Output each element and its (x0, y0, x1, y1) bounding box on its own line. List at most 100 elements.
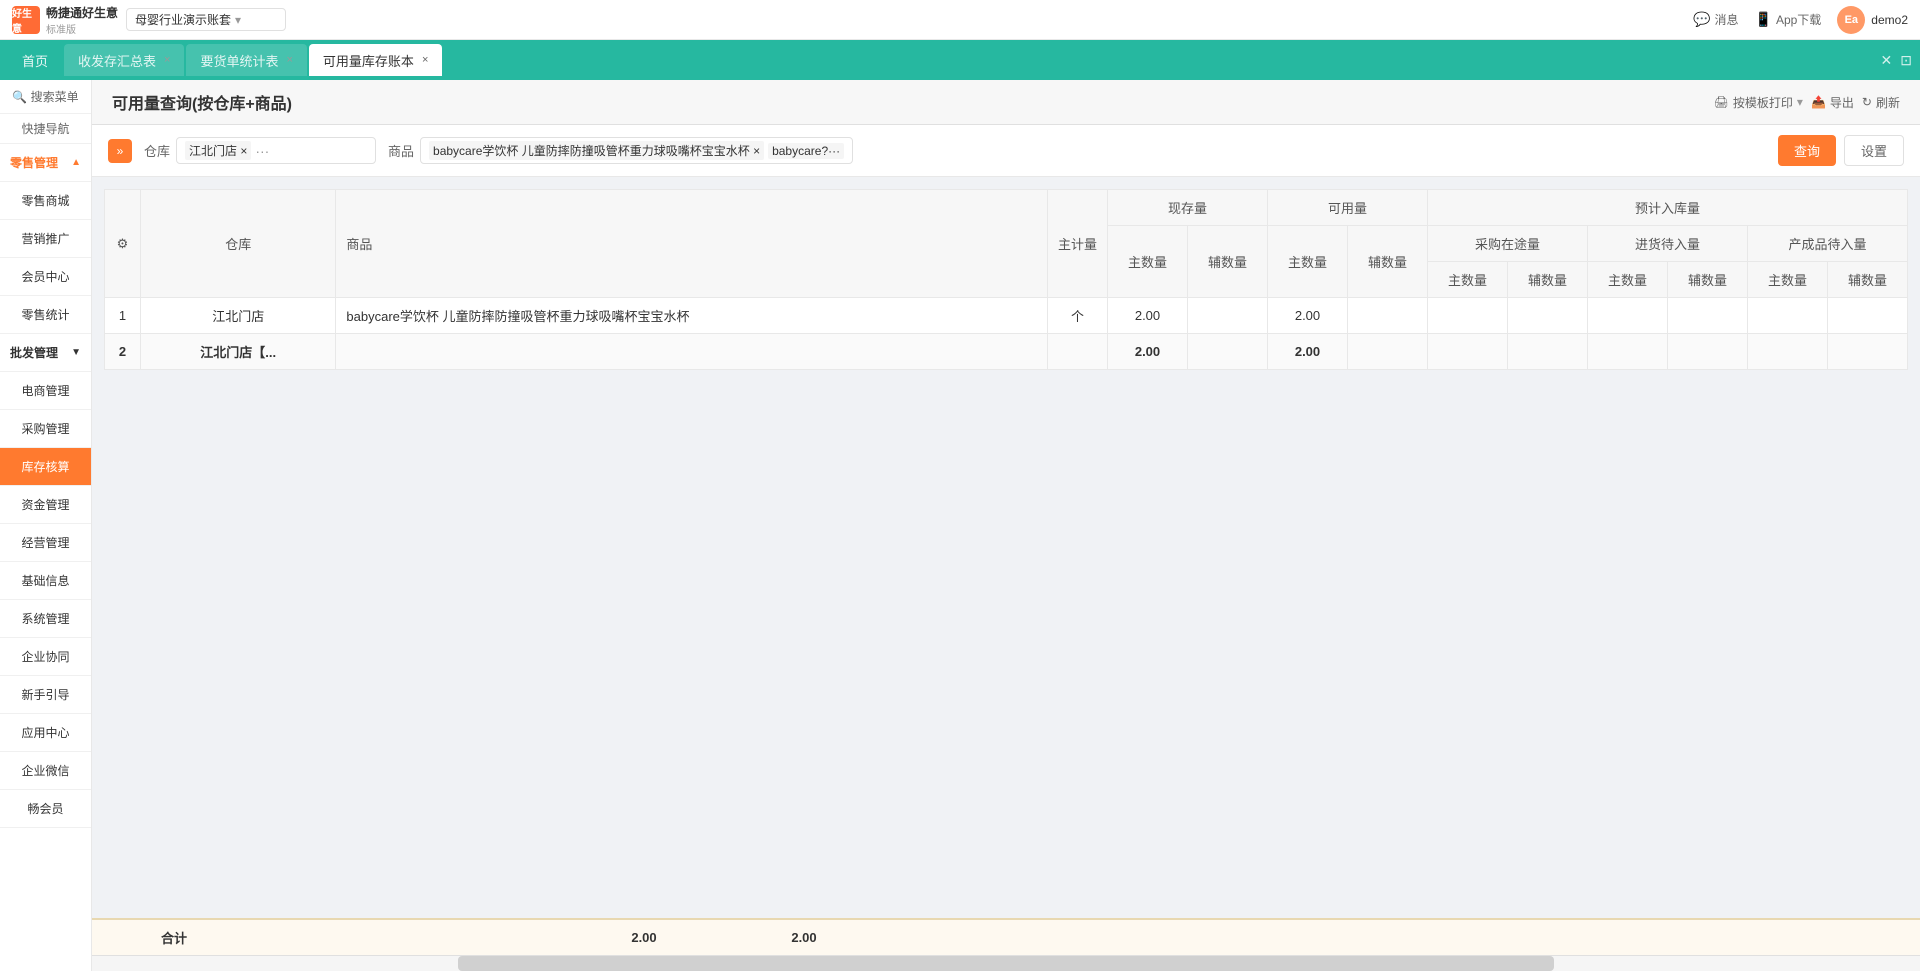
table-area: 仓库 商品 主计量 现存量 可用量 预计入库量 主数量 辅数量 主数量 辅数量 … (92, 177, 1920, 918)
sidebar-item-ecommerce-mgmt[interactable]: 电商管理 (0, 372, 91, 410)
footer-available-main: 2.00 (764, 930, 844, 945)
th-forecast-in: 预计入库量 (1428, 190, 1908, 226)
logo-text-area: 畅捷通好生意 标准版 (46, 4, 118, 36)
sidebar-item-wholesale-mgmt-label: 批发管理 (10, 344, 58, 361)
row2-incoming-pending-aux (1668, 334, 1748, 370)
th-incoming-pending: 进货待入量 (1588, 226, 1748, 262)
warehouse-more-dots[interactable]: ··· (255, 143, 269, 159)
export-btn[interactable]: 📤 导出 (1811, 94, 1854, 111)
sidebar: 🔍 搜索菜单 快捷导航 零售管理 ▲ 零售商城 营销推广 会员中心 零售统计 批… (0, 80, 92, 971)
th-purchase-transit-aux: 辅数量 (1508, 262, 1588, 298)
goods-tag-babycare: babycare学饮杯 儿童防摔防撞吸管杯重力球吸嘴杯宝宝水杯 × (429, 141, 764, 160)
sidebar-item-member[interactable]: 畅会员 (0, 790, 91, 828)
warehouse-filter-group: 仓库 江北门店 × ··· (144, 137, 376, 164)
row2-production-pending-aux (1828, 334, 1908, 370)
sidebar-item-wholesale-mgmt[interactable]: 批发管理 ▼ (0, 334, 91, 372)
row1-incoming-pending-main (1588, 298, 1668, 334)
th-purchase-transit: 采购在途量 (1428, 226, 1588, 262)
content-area: 可用量查询(按仓库+商品) 🖨 按模板打印 ▾ 📤 导出 ↻ 刷新 (92, 80, 1920, 971)
chevron-down-icon: ▾ (235, 13, 241, 27)
th-settings (105, 190, 141, 298)
warehouse-filter-tags[interactable]: 江北门店 × ··· (176, 137, 376, 164)
tab-home[interactable]: 首页 (8, 44, 62, 76)
sidebar-item-retail-mgmt[interactable]: 零售管理 ▲ (0, 144, 91, 182)
sidebar-item-operation-label: 经营管理 (21, 534, 69, 551)
horizontal-scrollbar[interactable] (92, 955, 1920, 971)
sidebar-item-operation-mgmt[interactable]: 经营管理 (0, 524, 91, 562)
sidebar-item-finance-label: 资金管理 (21, 496, 69, 513)
sidebar-quick-nav[interactable]: 快捷导航 (0, 114, 91, 144)
app-download-btn[interactable]: 📱 App下载 (1755, 11, 1822, 28)
sidebar-item-new-guide-label: 新手引导 (21, 686, 69, 703)
export-label: 导出 (1830, 94, 1854, 111)
tab-order-stats[interactable]: 要货单统计表 × (186, 44, 306, 76)
avatar-text: Ea (1845, 14, 1858, 26)
sidebar-item-basic-label: 基础信息 (21, 572, 69, 589)
sidebar-item-member-center[interactable]: 会员中心 (0, 258, 91, 296)
message-btn[interactable]: 💬 消息 (1693, 11, 1738, 28)
row1-production-pending-aux (1828, 298, 1908, 334)
header-actions: 🖨 按模板打印 ▾ 📤 导出 ↻ 刷新 (1714, 94, 1900, 111)
goods-filter-tags[interactable]: babycare学饮杯 儿童防摔防撞吸管杯重力球吸嘴杯宝宝水杯 × babyca… (420, 137, 853, 164)
tab-order-close[interactable]: × (286, 54, 292, 66)
row1-purchase-transit-main (1428, 298, 1508, 334)
close-window-icon[interactable]: ✕ (1881, 52, 1893, 69)
sidebar-item-member-label: 畅会员 (27, 800, 63, 817)
sidebar-item-ecommerce-label: 电商管理 (21, 382, 69, 399)
tab-available-close[interactable]: × (422, 54, 428, 66)
goods-tag-text2: babycare?··· (772, 144, 840, 158)
page-header: 可用量查询(按仓库+商品) 🖨 按模板打印 ▾ 📤 导出 ↻ 刷新 (92, 80, 1920, 125)
sidebar-item-finance-mgmt[interactable]: 资金管理 (0, 486, 91, 524)
sidebar-item-marketing[interactable]: 营销推广 (0, 220, 91, 258)
sidebar-item-new-guide[interactable]: 新手引导 (0, 676, 91, 714)
sidebar-item-inventory-mgmt[interactable]: 库存核算 (0, 448, 91, 486)
chevron-up-icon: ▲ (71, 157, 81, 168)
maximize-window-icon[interactable]: ⊡ (1900, 52, 1912, 69)
goods-tag-babycare2: babycare?··· (768, 143, 844, 159)
template-print-btn[interactable]: 🖨 按模板打印 ▾ (1714, 94, 1803, 111)
refresh-btn[interactable]: ↻ 刷新 (1862, 94, 1900, 111)
sidebar-item-enterprise-collab[interactable]: 企业协同 (0, 638, 91, 676)
template-print-label: 按模板打印 (1733, 94, 1793, 111)
row1-unit: 个 (1047, 298, 1107, 334)
setting-btn[interactable]: 设置 (1844, 135, 1904, 166)
th-stock-aux: 辅数量 (1188, 226, 1268, 298)
tab-order-label: 要货单统计表 (200, 51, 278, 70)
sidebar-item-retail-mall[interactable]: 零售商城 (0, 182, 91, 220)
tab-home-label: 首页 (22, 51, 48, 70)
filter-expand-btn[interactable]: » (108, 139, 132, 163)
sidebar-item-marketing-label: 营销推广 (21, 230, 69, 247)
app-download-label: App下载 (1776, 11, 1821, 28)
th-available: 可用量 (1268, 190, 1428, 226)
tab-receivable-close[interactable]: × (164, 54, 170, 66)
avatar: Ea (1837, 6, 1865, 34)
sidebar-item-app-center[interactable]: 应用中心 (0, 714, 91, 752)
export-icon: 📤 (1811, 95, 1826, 109)
th-available-aux: 辅数量 (1348, 226, 1428, 298)
tab-available-inventory[interactable]: 可用量库存账本 × (309, 44, 442, 76)
row2-unit (1047, 334, 1107, 370)
user-area[interactable]: Ea demo2 (1837, 6, 1908, 34)
th-production-pending: 产成品待入量 (1748, 226, 1908, 262)
refresh-icon: ↻ (1862, 95, 1872, 109)
logo-sub-text: 标准版 (46, 21, 118, 36)
tab-available-label: 可用量库存账本 (323, 51, 414, 70)
sidebar-item-retail-mall-label: 零售商城 (21, 192, 69, 209)
th-stock-main: 主数量 (1108, 226, 1188, 298)
row1-production-pending-main (1748, 298, 1828, 334)
sidebar-search[interactable]: 🔍 搜索菜单 (0, 80, 91, 114)
sidebar-item-purchase-mgmt[interactable]: 采购管理 (0, 410, 91, 448)
gear-icon[interactable] (117, 236, 129, 251)
tab-receivable-summary[interactable]: 收发存汇总表 × (64, 44, 184, 76)
industry-selector[interactable]: 母婴行业演示账套 ▾ (126, 8, 286, 31)
row2-num: 2 (105, 334, 141, 370)
sidebar-item-enterprise-wechat[interactable]: 企业微信 (0, 752, 91, 790)
query-btn[interactable]: 查询 (1778, 135, 1836, 166)
row1-stock-aux (1188, 298, 1268, 334)
table-footer: 合计 2.00 2.00 (92, 918, 1920, 955)
warehouse-tag-text: 江北门店 × (189, 142, 247, 159)
sidebar-item-retail-stats[interactable]: 零售统计 (0, 296, 91, 334)
sidebar-item-system-mgmt[interactable]: 系统管理 (0, 600, 91, 638)
th-available-main: 主数量 (1268, 226, 1348, 298)
sidebar-item-basic-info[interactable]: 基础信息 (0, 562, 91, 600)
